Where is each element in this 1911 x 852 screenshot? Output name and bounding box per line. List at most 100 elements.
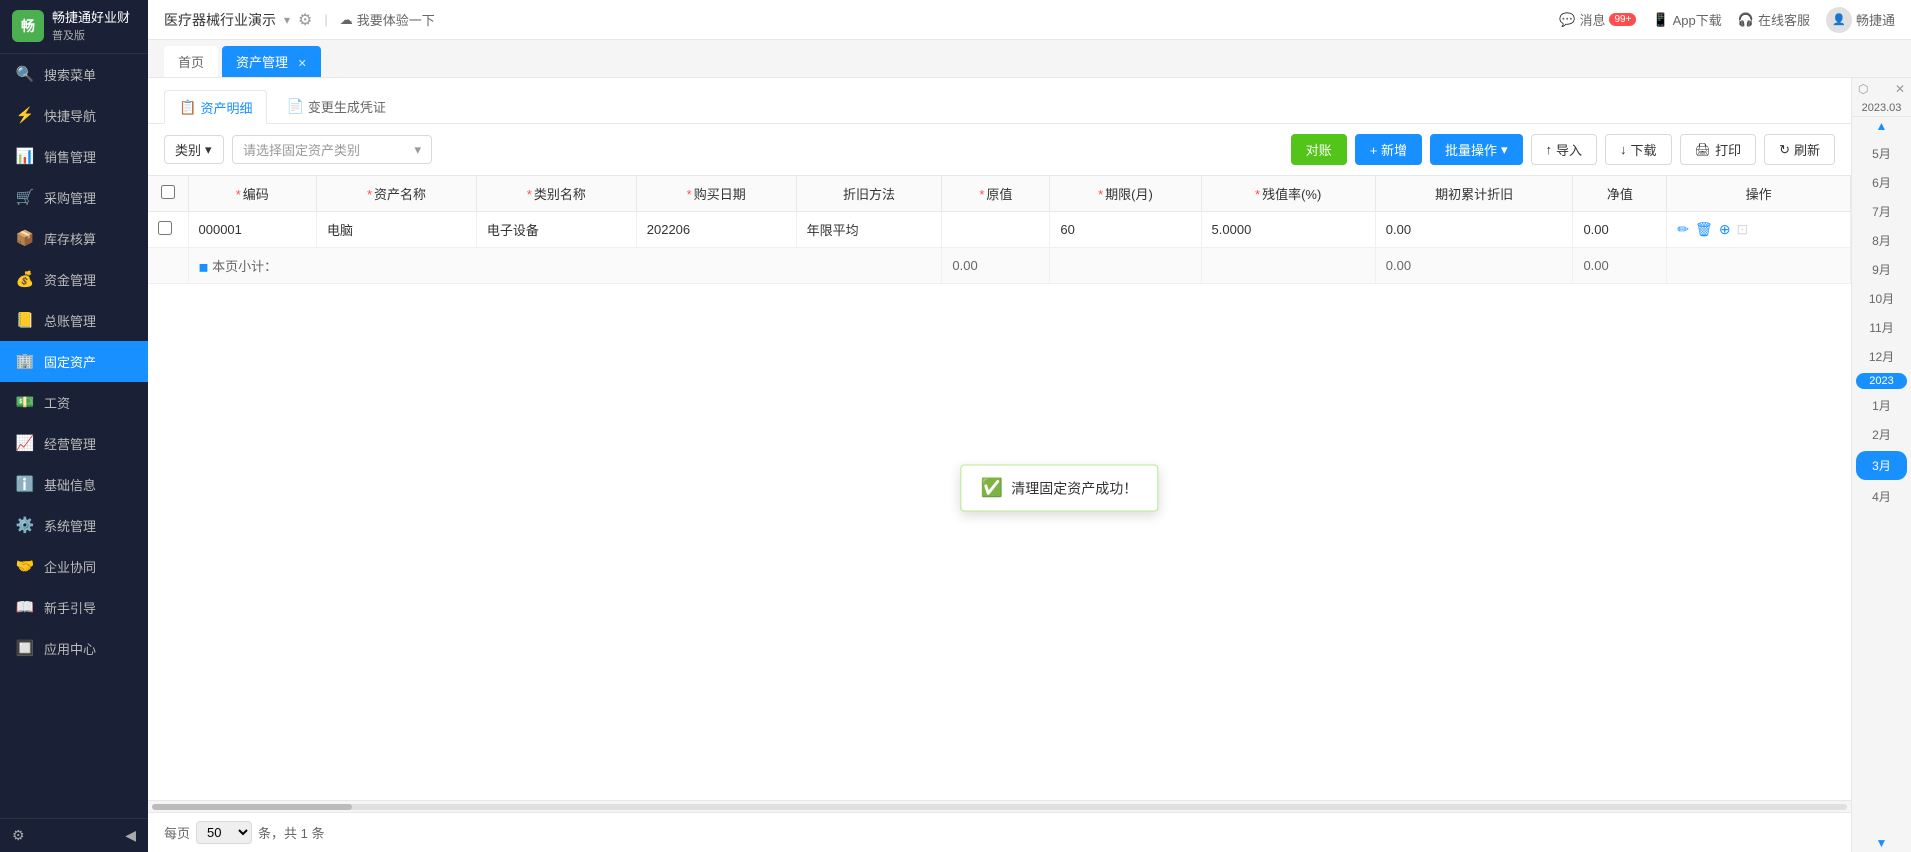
- collapse-icon[interactable]: ◀: [125, 827, 136, 844]
- scrollbar-thumb[interactable]: [152, 804, 352, 810]
- sidebar-label-system: 系统管理: [44, 516, 96, 535]
- timeline-scroll-up[interactable]: ▲: [1852, 117, 1911, 135]
- sidebar-item-purchase[interactable]: 🛒采购管理: [0, 177, 148, 218]
- timeline-year[interactable]: 2023: [1856, 373, 1907, 389]
- message-badge: 99+: [1609, 13, 1636, 26]
- sidebar-item-search[interactable]: 🔍搜索菜单: [0, 54, 148, 95]
- row-code: 000001: [188, 212, 317, 248]
- sub-tab-asset-detail[interactable]: 📋 资产明细: [164, 90, 267, 124]
- sidebar-item-quick-nav[interactable]: ⚡快捷导航: [0, 95, 148, 136]
- sidebar-label-sales: 销售管理: [44, 147, 96, 166]
- sidebar-item-app-center[interactable]: 🔲应用中心: [0, 628, 148, 669]
- copy-icon[interactable]: ⊕: [1719, 221, 1731, 238]
- company-name: 医疗器械行业演示: [164, 10, 276, 30]
- reconcile-button[interactable]: 对账: [1291, 134, 1347, 165]
- enterprise-icon: 🤝: [16, 557, 34, 575]
- category-select[interactable]: 类别 ▾: [164, 135, 224, 164]
- sidebar-item-capital[interactable]: 💰资金管理: [0, 259, 148, 300]
- sidebar-item-salary[interactable]: 💵工资: [0, 382, 148, 423]
- sidebar-item-enterprise[interactable]: 🤝 企业协同: [0, 546, 148, 587]
- timeline-scroll-down[interactable]: ▼: [1852, 834, 1911, 852]
- total-label: 条，共 1 条: [258, 823, 324, 842]
- header-right: 💬 消息 99+ 📱 App下载 🎧 在线客服 👤 畅捷通: [1559, 7, 1895, 33]
- col-net-value: 净值: [1573, 176, 1667, 212]
- inventory-icon: 📦: [16, 229, 34, 247]
- tab-bar: 首页 资产管理 ✕: [148, 40, 1911, 78]
- message-action[interactable]: 💬 消息 99+: [1559, 10, 1636, 29]
- sidebar-label-basic-info: 基础信息: [44, 475, 96, 494]
- refresh-button[interactable]: ↻ 刷新: [1764, 134, 1835, 165]
- sidebar-item-fixed-assets[interactable]: 🏢固定资产: [0, 341, 148, 382]
- timeline-month-4月[interactable]: 4月: [1852, 482, 1911, 511]
- top-header: 医疗器械行业演示 ▾ ⚙ | ☁ 我要体验一下 💬 消息 99+ 📱 App下载…: [148, 0, 1911, 40]
- new-button[interactable]: + 新增: [1355, 134, 1422, 165]
- col-code: *编码: [188, 176, 317, 212]
- delete-icon[interactable]: 🗑: [1695, 221, 1713, 238]
- ledger-icon: 📒: [16, 311, 34, 329]
- sidebar-item-operations[interactable]: 📈经营管理: [0, 423, 148, 464]
- logo-icon: 畅: [12, 10, 44, 42]
- sidebar-item-guide[interactable]: 📖新手引导: [0, 587, 148, 628]
- horizontal-scrollbar[interactable]: [148, 800, 1851, 812]
- timeline-expand-icon[interactable]: ⬡: [1858, 82, 1868, 96]
- content-area: 📋 资产明细 📄 变更生成凭证 类别 ▾ 请选择固定资产类别: [148, 78, 1911, 852]
- timeline-month-6月[interactable]: 6月: [1852, 168, 1911, 197]
- timeline-month-9月[interactable]: 9月: [1852, 255, 1911, 284]
- row-name: 电脑: [317, 212, 477, 248]
- sidebar-item-system[interactable]: ⚙️系统管理: [0, 505, 148, 546]
- settings-bottom-icon[interactable]: ⚙: [12, 827, 25, 844]
- timeline-month-8月[interactable]: 8月: [1852, 226, 1911, 255]
- row-checkbox-cell: [148, 212, 188, 248]
- experience-button[interactable]: ☁ 我要体验一下: [340, 10, 435, 29]
- asset-detail-icon: 📋: [179, 99, 196, 116]
- sidebar-label-enterprise: 企业协同: [44, 557, 96, 576]
- timeline-month-2月[interactable]: 2月: [1852, 420, 1911, 449]
- timeline-month-10月[interactable]: 10月: [1852, 284, 1911, 313]
- subtotal-net-value: 0.00: [1573, 248, 1667, 284]
- sidebar-label-inventory: 库存核算: [44, 229, 96, 248]
- timeline-month-1月[interactable]: 1月: [1852, 391, 1911, 420]
- company-settings-icon[interactable]: ⚙: [298, 10, 312, 30]
- more-icon[interactable]: ⊡: [1737, 221, 1749, 238]
- timeline-month-7月[interactable]: 7月: [1852, 197, 1911, 226]
- sidebar-label-capital: 资金管理: [44, 270, 96, 289]
- timeline-panel: ⬡ ✕ 2023.03 ▲ 5月6月7月8月9月10月11月12月20231月2…: [1851, 78, 1911, 852]
- sidebar-item-sales[interactable]: 📊销售管理: [0, 136, 148, 177]
- subtotal-empty: [148, 248, 188, 284]
- row-checkbox[interactable]: [158, 221, 172, 235]
- timeline-month-5月[interactable]: 5月: [1852, 139, 1911, 168]
- company-dropdown-icon[interactable]: ▾: [284, 13, 290, 27]
- timeline-close-icon[interactable]: ✕: [1895, 82, 1905, 96]
- tab-home[interactable]: 首页: [164, 46, 218, 77]
- tab-asset-management[interactable]: 资产管理 ✕: [222, 46, 321, 77]
- sidebar-item-ledger[interactable]: 📒总账管理: [0, 300, 148, 341]
- row-residual-rate: 5.0000: [1201, 212, 1375, 248]
- download-icon: ↓: [1620, 142, 1627, 157]
- sidebar-label-app-center: 应用中心: [44, 639, 96, 658]
- subtotal-label: ◼ 本页小计：: [188, 248, 942, 284]
- tab-close-icon[interactable]: ✕: [298, 58, 307, 70]
- user-avatar: 👤: [1826, 7, 1852, 33]
- import-button[interactable]: ↑ 导入: [1531, 134, 1598, 165]
- fixed-assets-icon: 🏢: [16, 352, 34, 370]
- user-action[interactable]: 👤 畅捷通: [1826, 7, 1895, 33]
- sidebar-item-basic-info[interactable]: ℹ️基础信息: [0, 464, 148, 505]
- app-download-icon: 📱: [1652, 12, 1668, 28]
- col-purchase-date: *购买日期: [636, 176, 796, 212]
- sidebar-nav: 🔍搜索菜单⚡快捷导航📊销售管理🛒采购管理 📦 库存核算 💰资金管理📒总账管理🏢固定资产…: [0, 54, 148, 818]
- sub-tab-change-voucher[interactable]: 📄 变更生成凭证: [271, 90, 400, 123]
- category-input[interactable]: 请选择固定资产类别 ▾: [232, 135, 432, 164]
- select-all-checkbox[interactable]: [161, 185, 175, 199]
- sidebar-item-inventory[interactable]: 📦 库存核算: [0, 218, 148, 259]
- timeline-month-11月[interactable]: 11月: [1852, 313, 1911, 342]
- timeline-month-12月[interactable]: 12月: [1852, 342, 1911, 371]
- timeline-month-3月[interactable]: 3月: [1856, 451, 1907, 480]
- quick-nav-icon: ⚡: [16, 106, 34, 124]
- download-button[interactable]: ↓ 下载: [1605, 134, 1672, 165]
- print-button[interactable]: 🖨 打印: [1680, 134, 1757, 165]
- customer-service-action[interactable]: 🎧 在线客服: [1738, 10, 1810, 29]
- batch-button[interactable]: 批量操作 ▾: [1430, 134, 1523, 165]
- per-page-select[interactable]: 50 100 200: [196, 821, 252, 844]
- edit-icon[interactable]: ✏: [1677, 221, 1689, 238]
- app-download-action[interactable]: 📱 App下载: [1652, 10, 1721, 29]
